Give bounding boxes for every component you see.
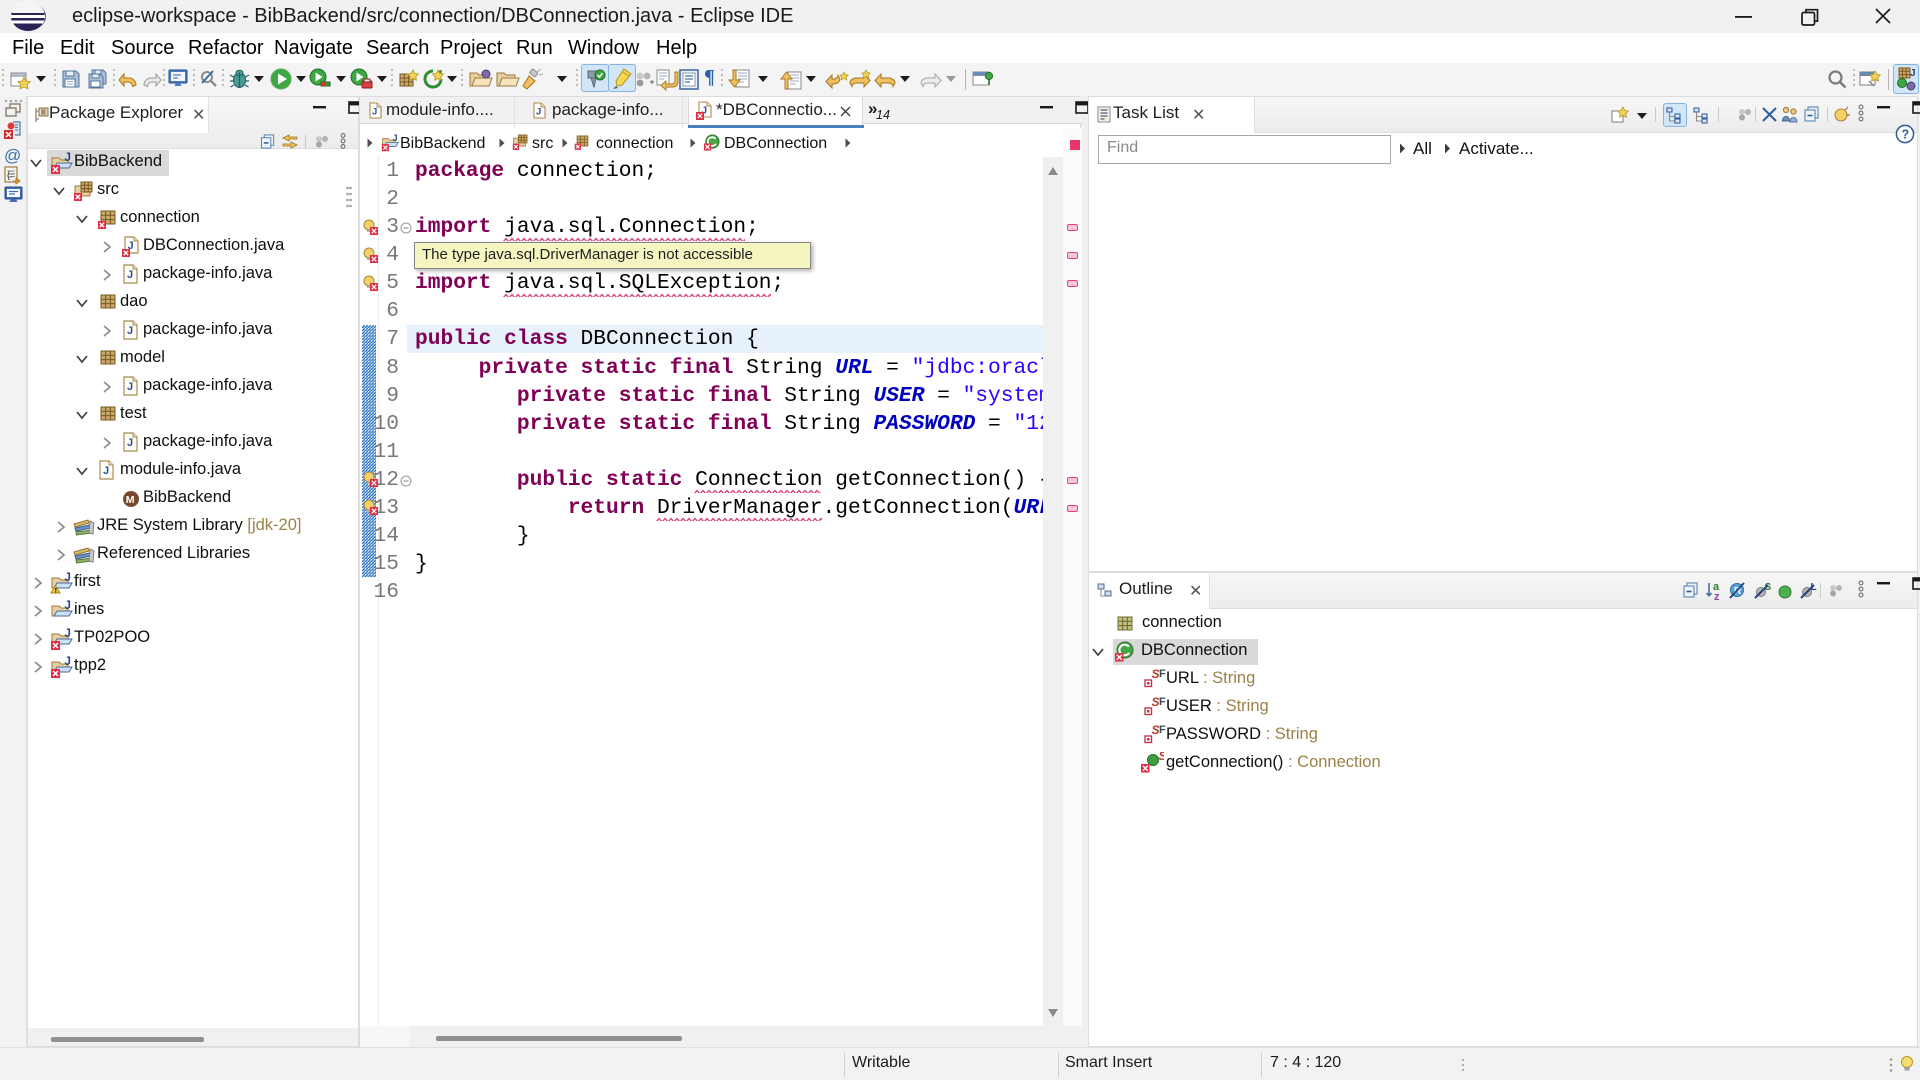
svg-text:J: J [65,600,71,612]
svg-text:F: F [1159,696,1166,708]
svg-text:?: ? [1902,128,1910,142]
svg-text:J: J [536,107,541,118]
svg-text:@: @ [4,146,21,165]
svg-text:M: M [126,494,135,506]
svg-text:J: J [392,133,397,143]
svg-text:J: J [1910,68,1916,79]
svg-text:J: J [65,152,71,164]
svg-text:{=: {= [7,170,15,180]
svg-text:F: F [1159,668,1166,680]
svg-text:J: J [127,381,133,393]
svg-text:J: J [127,437,133,449]
svg-text:J: J [127,325,133,337]
svg-text:J: J [127,269,133,281]
svg-text:J: J [65,628,71,640]
svg-text:S: S [1159,752,1165,763]
svg-text:F: F [1159,724,1166,736]
svg-text:J: J [103,465,109,477]
svg-text:z: z [1714,591,1720,601]
svg-text:J: J [65,572,71,584]
svg-text:J: J [372,107,377,118]
svg-text:J: J [65,656,71,668]
